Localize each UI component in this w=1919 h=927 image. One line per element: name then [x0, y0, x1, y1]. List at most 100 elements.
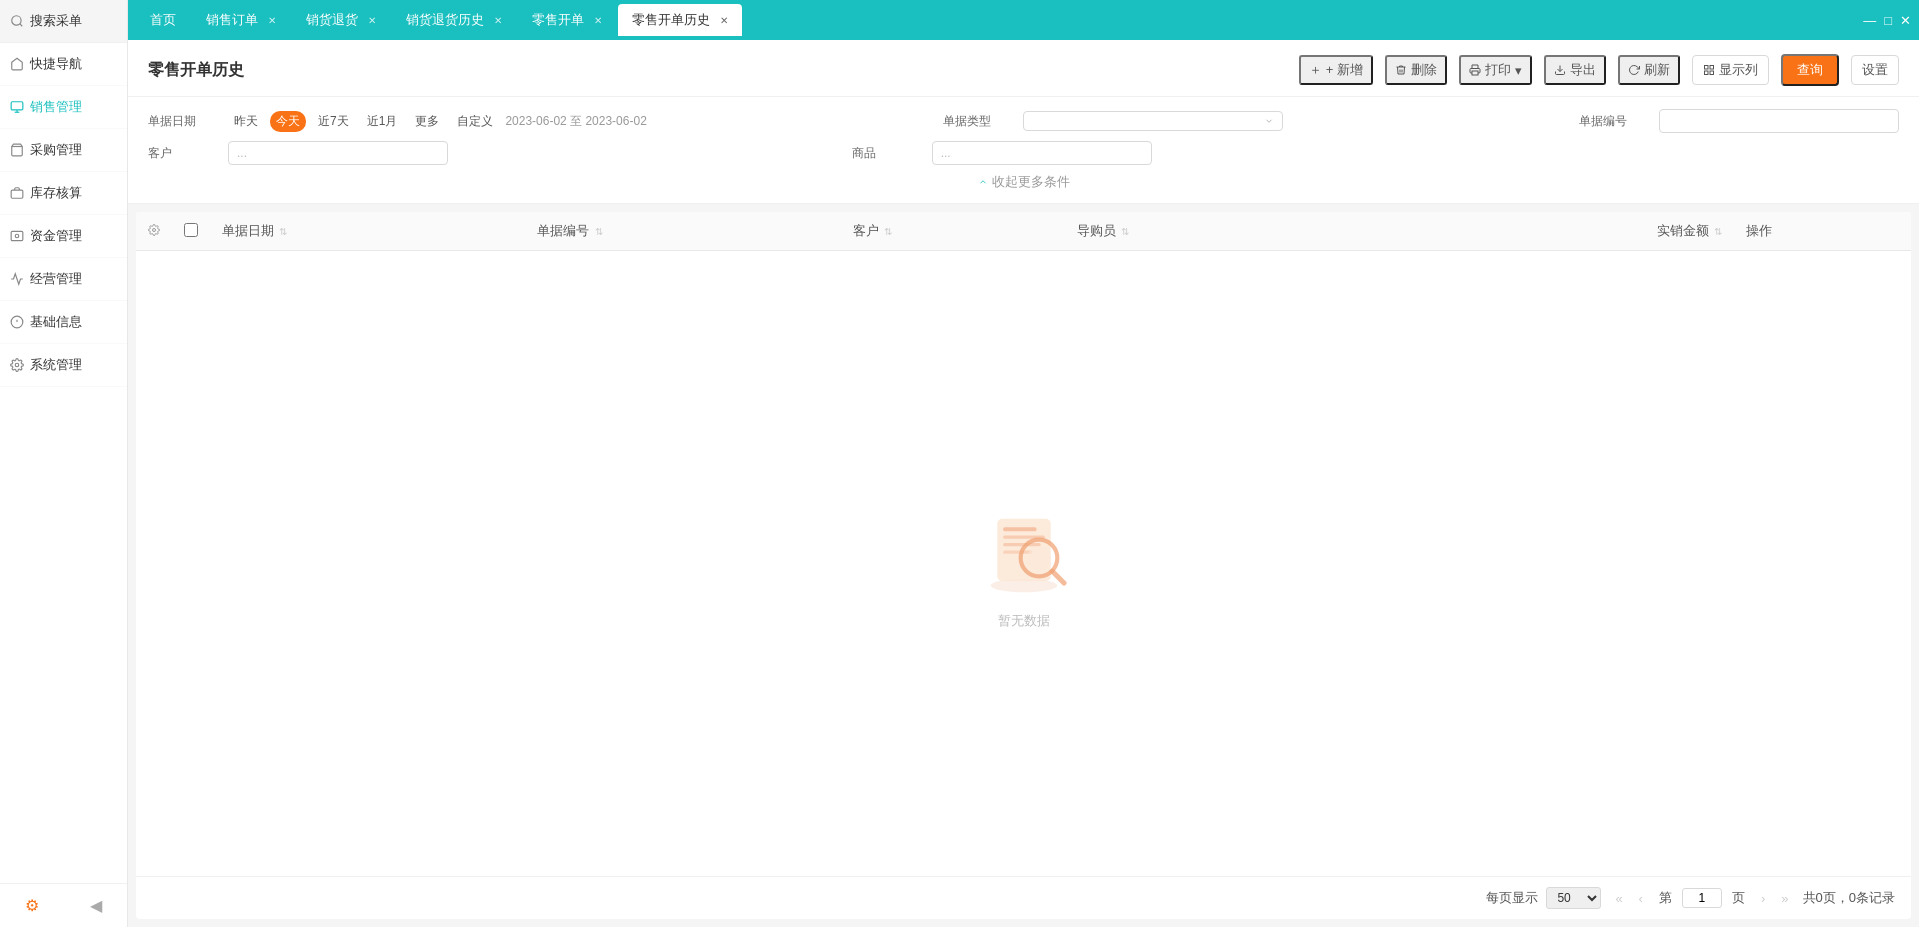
date-label: 单据日期 — [148, 113, 208, 130]
table-header-row: 单据日期 ⇅ 单据编号 ⇅ 客户 ⇅ — [136, 212, 1911, 251]
page-size-label: 每页显示 — [1486, 889, 1538, 907]
sidebar: 搜索采单 快捷导航 销售管理 采购管理 库存核算 资金管理 经营管理 基础信息 … — [0, 0, 128, 927]
customer-select[interactable]: ... — [228, 141, 448, 165]
data-table: 单据日期 ⇅ 单据编号 ⇅ 客户 ⇅ — [136, 212, 1911, 251]
tab-retail-open-history-label: 零售开单历史 — [632, 11, 710, 29]
svg-rect-15 — [1705, 66, 1709, 70]
collapse-btn[interactable]: 收起更多条件 — [978, 173, 1070, 191]
tab-sales-return-close[interactable]: ✕ — [368, 15, 376, 26]
date-btn-more[interactable]: 更多 — [409, 111, 445, 132]
svg-line-1 — [20, 24, 23, 27]
sidebar-item-finance[interactable]: 资金管理 — [0, 215, 127, 258]
th-date: 单据日期 ⇅ — [210, 212, 525, 251]
page-number-input[interactable] — [1682, 888, 1722, 908]
svg-line-27 — [1052, 571, 1064, 583]
th-salesperson: 导购员 ⇅ — [1065, 212, 1335, 251]
sort-customer-icon[interactable]: ⇅ — [884, 226, 892, 237]
sort-date-icon[interactable]: ⇅ — [279, 226, 287, 237]
tab-retail-open-close[interactable]: ✕ — [594, 15, 602, 26]
sort-amount-icon[interactable]: ⇅ — [1714, 226, 1722, 237]
tab-retail-open-history-close[interactable]: ✕ — [720, 15, 728, 26]
svg-rect-13 — [1472, 71, 1478, 75]
select-all-checkbox[interactable] — [184, 223, 198, 237]
settings-icon-btn[interactable]: ⚙ — [25, 896, 39, 915]
page-label-before: 第 — [1653, 887, 1678, 909]
doc-type-select[interactable] — [1023, 111, 1283, 131]
sidebar-item-quick-nav[interactable]: 快捷导航 — [0, 43, 127, 86]
display-cols-button[interactable]: 显示列 — [1692, 55, 1769, 85]
tab-sales-return-history-close[interactable]: ✕ — [494, 15, 502, 26]
filter-area: 单据日期 昨天 今天 近7天 近1月 更多 自定义 2023-06-02 至 2… — [128, 97, 1919, 204]
empty-illustration — [974, 498, 1074, 598]
filter-row-2: 客户 ... 商品 ... — [148, 141, 1899, 165]
th-customer: 客户 ⇅ — [841, 212, 1065, 251]
page-prev-btn[interactable]: ‹ — [1633, 889, 1649, 908]
date-btn-today[interactable]: 今天 — [270, 111, 306, 132]
page-next-btn[interactable]: › — [1755, 889, 1771, 908]
date-btn-yesterday[interactable]: 昨天 — [228, 111, 264, 132]
table-settings-icon[interactable] — [148, 224, 160, 236]
window-close-btn[interactable]: ✕ — [1900, 13, 1911, 28]
tab-home-label: 首页 — [150, 11, 176, 29]
product-placeholder: ... — [941, 146, 1143, 160]
sidebar-item-label-finance: 资金管理 — [30, 227, 82, 245]
tab-retail-open[interactable]: 零售开单 ✕ — [518, 4, 616, 36]
export-button[interactable]: 导出 — [1544, 55, 1606, 85]
product-select[interactable]: ... — [932, 141, 1152, 165]
date-btn-last1m[interactable]: 近1月 — [361, 111, 404, 132]
th-amount: 实销金额 ⇅ — [1419, 212, 1734, 251]
tab-sales-order[interactable]: 销售订单 ✕ — [192, 4, 290, 36]
svg-rect-22 — [1003, 527, 1036, 531]
total-text: 共0页，0条记录 — [1803, 889, 1895, 907]
sidebar-item-inventory[interactable]: 库存核算 — [0, 172, 127, 215]
sidebar-search[interactable]: 搜索采单 — [0, 0, 127, 43]
sidebar-item-label-inventory: 库存核算 — [30, 184, 82, 202]
tab-sales-return[interactable]: 销货退货 ✕ — [292, 4, 390, 36]
add-button[interactable]: ＋ + 新增 — [1299, 55, 1373, 85]
window-restore-btn[interactable]: □ — [1884, 13, 1892, 28]
sidebar-bottom: ⚙ ◀ — [0, 883, 127, 927]
svg-rect-24 — [1003, 543, 1040, 546]
tab-sales-order-close[interactable]: ✕ — [268, 15, 276, 26]
print-dropdown-icon[interactable]: ▾ — [1515, 63, 1522, 78]
product-label: 商品 — [852, 145, 912, 162]
filter-row-1: 单据日期 昨天 今天 近7天 近1月 更多 自定义 2023-06-02 至 2… — [148, 109, 1899, 133]
collapse-sidebar-btn[interactable]: ◀ — [90, 896, 102, 915]
doc-type-dropdown-icon — [1264, 116, 1274, 126]
sidebar-item-basic-info[interactable]: 基础信息 — [0, 301, 127, 344]
sidebar-item-sys-mgmt[interactable]: 系统管理 — [0, 344, 127, 387]
delete-button[interactable]: 删除 — [1385, 55, 1447, 85]
collapse-icon — [978, 177, 988, 187]
doc-no-label: 单据编号 — [1579, 113, 1639, 130]
page-size-select[interactable]: 50 10 20 100 — [1546, 887, 1601, 909]
tab-sales-return-history[interactable]: 销货退货历史 ✕ — [392, 4, 516, 36]
refresh-button[interactable]: 刷新 — [1618, 55, 1680, 85]
sort-salesperson-icon[interactable]: ⇅ — [1121, 226, 1129, 237]
sidebar-item-purchase-mgmt[interactable]: 采购管理 — [0, 129, 127, 172]
doc-no-input[interactable] — [1659, 109, 1899, 133]
svg-point-28 — [1027, 546, 1050, 569]
window-minimize-btn[interactable]: — — [1863, 13, 1876, 28]
page-title: 零售开单历史 — [148, 60, 244, 81]
settings-button[interactable]: 设置 — [1851, 55, 1899, 85]
tab-retail-open-history[interactable]: 零售开单历史 ✕ — [618, 4, 742, 36]
date-btn-custom[interactable]: 自定义 — [451, 111, 499, 132]
print-button[interactable]: 打印 ▾ — [1459, 55, 1532, 85]
sidebar-item-label-sys-mgmt: 系统管理 — [30, 356, 82, 374]
svg-point-0 — [12, 16, 21, 25]
page-nav: « ‹ 第 页 › » — [1609, 887, 1794, 909]
tab-sales-return-label: 销货退货 — [306, 11, 358, 29]
th-no: 单据编号 ⇅ — [525, 212, 840, 251]
customer-placeholder: ... — [237, 146, 439, 160]
sidebar-item-sales-mgmt[interactable]: 销售管理 — [0, 86, 127, 129]
tab-home[interactable]: 首页 — [136, 4, 190, 36]
sidebar-item-operations[interactable]: 经营管理 — [0, 258, 127, 301]
date-btn-last7[interactable]: 近7天 — [312, 111, 355, 132]
add-icon: ＋ — [1309, 61, 1322, 79]
svg-rect-7 — [11, 231, 23, 240]
page-last-btn[interactable]: » — [1775, 889, 1794, 908]
tab-sales-return-history-label: 销货退货历史 — [406, 11, 484, 29]
query-button[interactable]: 查询 — [1781, 54, 1839, 86]
page-first-btn[interactable]: « — [1609, 889, 1628, 908]
sort-no-icon[interactable]: ⇅ — [595, 226, 603, 237]
